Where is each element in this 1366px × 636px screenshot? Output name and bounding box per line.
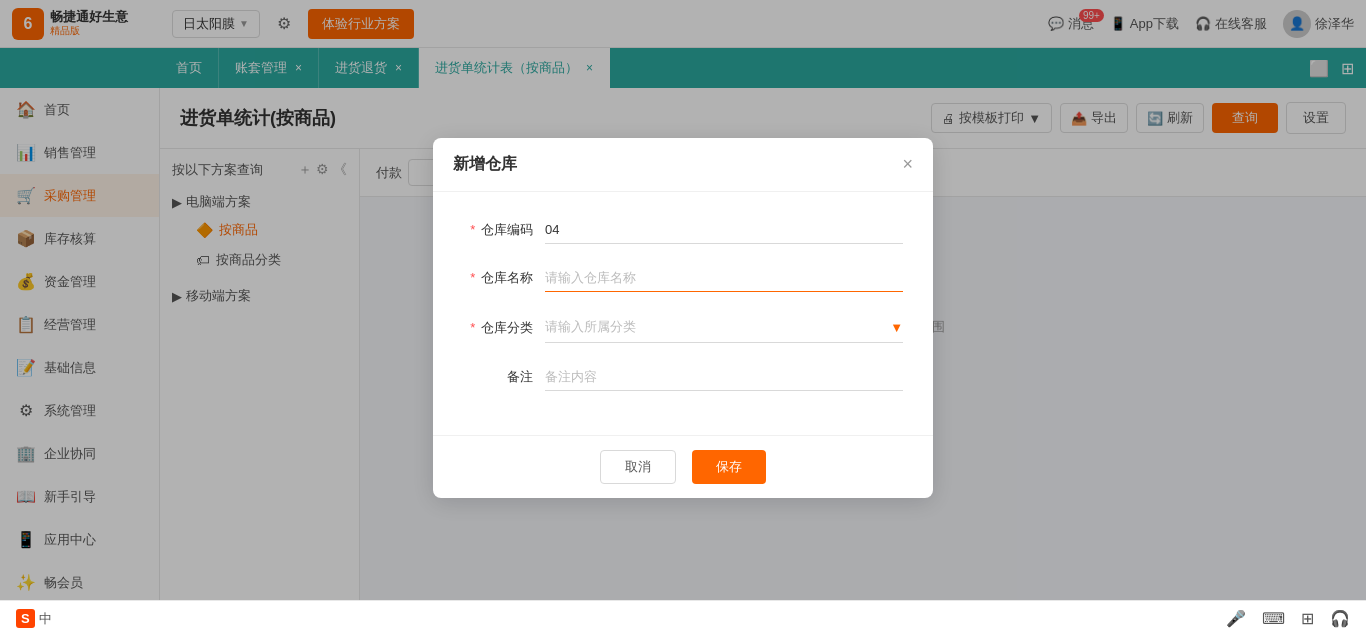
- new-warehouse-modal: 新增仓库 × * 仓库编码 * 仓库名称: [433, 138, 933, 498]
- category-chevron-icon: ▼: [890, 320, 903, 335]
- form-label-name: * 仓库名称: [463, 269, 533, 287]
- code-label-text: 仓库编码: [481, 222, 533, 237]
- mic-icon[interactable]: 🎤: [1226, 609, 1246, 628]
- modal-overlay[interactable]: 新增仓库 × * 仓库编码 * 仓库名称: [0, 0, 1366, 636]
- modal-header: 新增仓库 ×: [433, 138, 933, 192]
- required-star-code: *: [470, 222, 475, 237]
- form-label-code: * 仓库编码: [463, 221, 533, 239]
- keyboard-icon[interactable]: ⌨: [1262, 609, 1285, 628]
- modal-title: 新增仓库: [453, 154, 517, 175]
- modal-body: * 仓库编码 * 仓库名称 * 仓库分类 请输入所属: [433, 192, 933, 435]
- bottom-text-zh: 中: [39, 610, 52, 628]
- bottom-right: 🎤 ⌨ ⊞ 🎧: [1226, 609, 1350, 628]
- cancel-button[interactable]: 取消: [600, 450, 676, 484]
- headphone-bottom-icon[interactable]: 🎧: [1330, 609, 1350, 628]
- form-row-remark: 备注: [463, 363, 903, 391]
- form-row-name: * 仓库名称: [463, 264, 903, 292]
- form-label-remark: 备注: [463, 368, 533, 386]
- required-star-category: *: [470, 320, 475, 335]
- required-star-name: *: [470, 270, 475, 285]
- modal-footer: 取消 保存: [433, 435, 933, 498]
- bottom-logo: S: [16, 609, 35, 628]
- category-select-wrap[interactable]: 请输入所属分类 ▼: [545, 312, 903, 343]
- save-button[interactable]: 保存: [692, 450, 766, 484]
- warehouse-name-input[interactable]: [545, 264, 903, 292]
- form-label-category: * 仓库分类: [463, 319, 533, 337]
- modal-close-icon[interactable]: ×: [902, 154, 913, 175]
- category-label-text: 仓库分类: [481, 320, 533, 335]
- bottom-left: S 中: [16, 609, 52, 628]
- bottom-bar: S 中 🎤 ⌨ ⊞ 🎧: [0, 600, 1366, 636]
- remark-label-text: 备注: [507, 369, 533, 384]
- form-row-category: * 仓库分类 请输入所属分类 ▼: [463, 312, 903, 343]
- form-row-code: * 仓库编码: [463, 216, 903, 244]
- warehouse-code-input[interactable]: [545, 216, 903, 244]
- name-label-text: 仓库名称: [481, 270, 533, 285]
- category-placeholder: 请输入所属分类: [545, 318, 890, 336]
- remark-input[interactable]: [545, 363, 903, 391]
- window-icon[interactable]: ⊞: [1301, 609, 1314, 628]
